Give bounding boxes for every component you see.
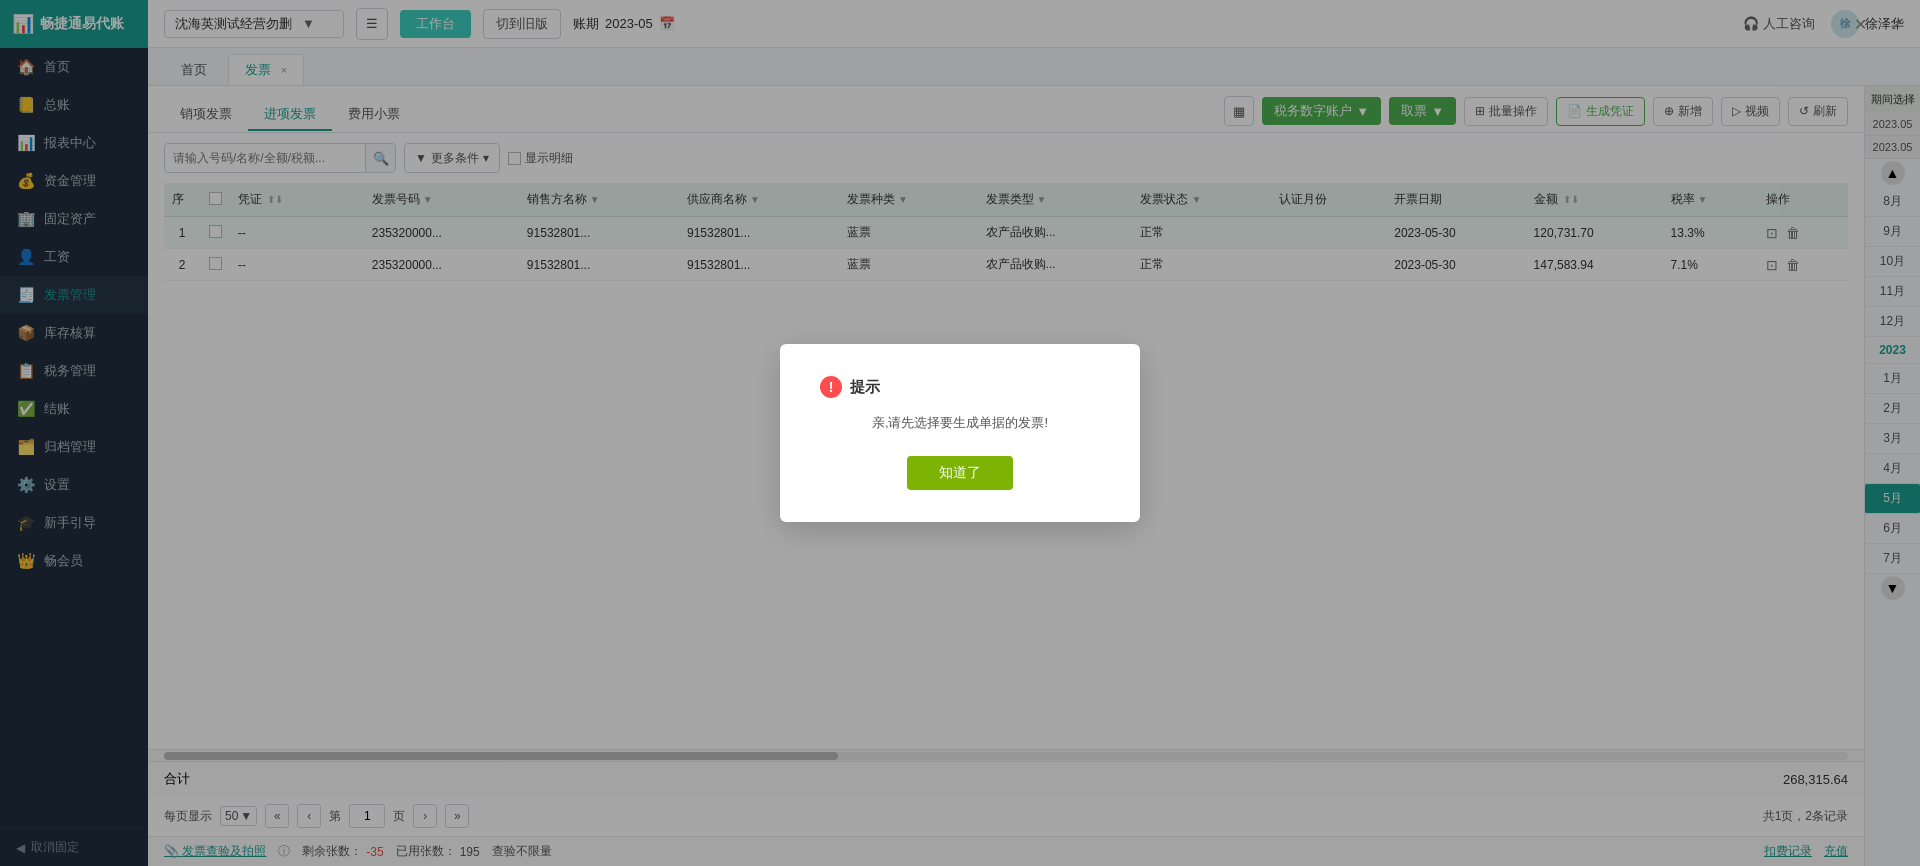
modal-ok-button[interactable]: 知道了 <box>907 456 1013 490</box>
modal-dialog: ! 提示 亲,请先选择要生成单据的发票! 知道了 <box>780 344 1140 522</box>
modal-title-row: ! 提示 <box>820 376 1100 398</box>
close-window-button[interactable]: ✕ <box>1846 10 1874 38</box>
window-controls: ✕ ⤢ <box>1846 10 1910 38</box>
resize-window-button[interactable]: ⤢ <box>1882 10 1910 38</box>
modal-message: 亲,请先选择要生成单据的发票! <box>820 414 1100 432</box>
warning-icon: ! <box>820 376 842 398</box>
modal-overlay[interactable]: ! 提示 亲,请先选择要生成单据的发票! 知道了 <box>0 0 1920 866</box>
modal-title: 提示 <box>850 378 880 397</box>
